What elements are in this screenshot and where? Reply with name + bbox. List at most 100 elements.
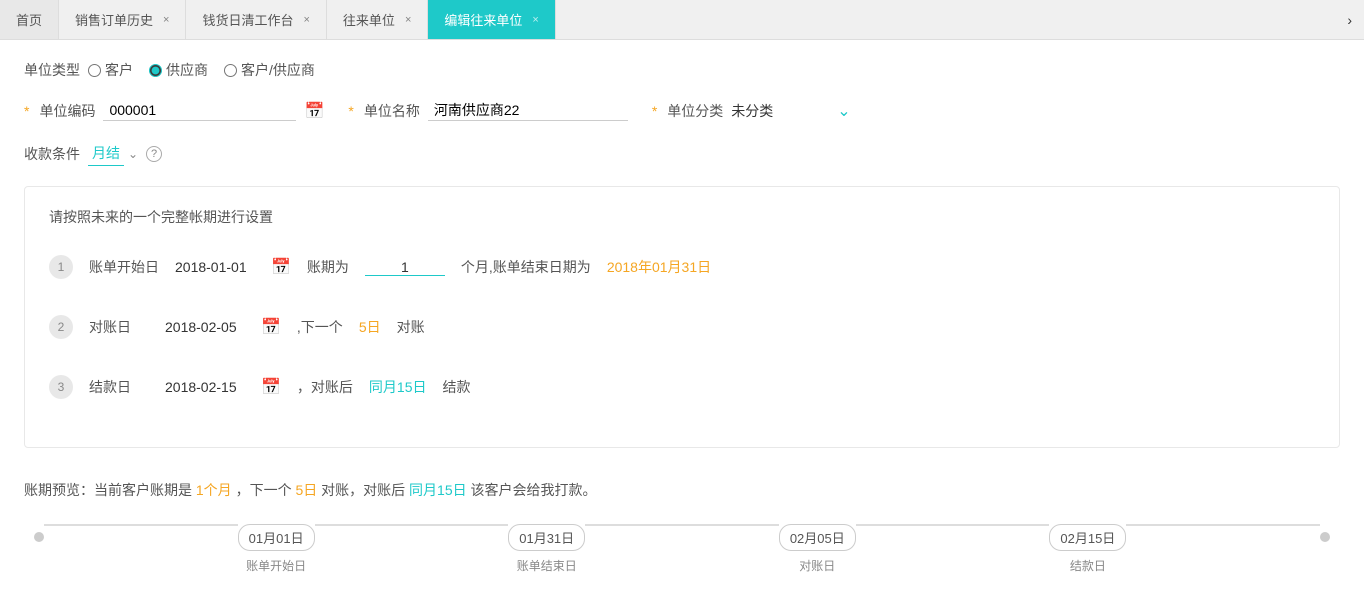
timeline-line-5 <box>1126 524 1320 526</box>
tab-expander <box>556 0 1336 39</box>
step-1-row: 1 账单开始日 2018-01-01 📅 账期为 个月,账单结束日期为 2018… <box>49 247 1315 287</box>
step-3-suffix: 结款 <box>443 377 471 397</box>
step-1-mid: 账期为 <box>307 257 349 277</box>
step-1-label: 账单开始日 <box>89 257 159 277</box>
timeline-dot-right <box>1320 532 1330 542</box>
close-tab-sales-history[interactable]: × <box>163 14 169 26</box>
step-2-date: 2018-02-05 <box>165 319 245 335</box>
timeline-seg2 <box>315 524 509 526</box>
timeline-seg3 <box>585 524 779 526</box>
radio-customer-input[interactable] <box>88 64 101 77</box>
step-2-label: 对账日 <box>89 317 149 337</box>
timeline-seg5 <box>1126 524 1320 526</box>
payment-chevron-icon[interactable]: ⌄ <box>128 147 138 161</box>
preview-part3: 同月15日 <box>409 482 467 498</box>
timeline-right-dot <box>1320 532 1330 542</box>
close-tab-edit-partner[interactable]: × <box>532 14 538 26</box>
preview-section: 账期预览：当前客户账期是 1个月 ，下一个 5日 对账，对账后 同月15日 该客… <box>24 464 1340 594</box>
code-calendar-icon[interactable]: 📅 <box>304 101 324 121</box>
timeline-bubble-4: 02月15日 <box>1049 524 1126 551</box>
radio-supplier[interactable]: 供应商 <box>149 60 208 80</box>
timeline-bubble-3: 02月05日 <box>779 524 856 551</box>
payment-group: 收款条件 月结 ⌄ ? <box>24 141 162 166</box>
close-tab-cashier[interactable]: × <box>303 14 309 26</box>
unit-type-radios: 客户 供应商 客户/供应商 <box>88 60 315 80</box>
step-3-date: 2018-02-15 <box>165 379 245 395</box>
step-1-suffix: 个月,账单结束日期为 <box>461 257 591 277</box>
step-1-calendar-icon[interactable]: 📅 <box>271 257 291 277</box>
timeline-left-dot <box>34 532 44 542</box>
step-3-highlight: 同月15日 <box>369 377 427 397</box>
timeline-seg4 <box>856 524 1050 526</box>
timeline-label-4: 结款日 <box>1070 557 1106 574</box>
category-label: 单位分类 <box>667 101 723 121</box>
panel-title: 请按照未来的一个完整帐期进行设置 <box>49 207 1315 227</box>
unit-type-label: 单位类型 <box>24 60 80 80</box>
preview-sep1: ，下一个 <box>236 482 292 498</box>
settings-panel: 请按照未来的一个完整帐期进行设置 1 账单开始日 2018-01-01 📅 账期… <box>24 186 1340 448</box>
step-2-row: 2 对账日 2018-02-05 📅 ,下一个 5日 对账 <box>49 307 1315 347</box>
preview-sep2: 对账，对账后 <box>321 482 405 498</box>
step-3-calendar-icon[interactable]: 📅 <box>261 377 281 397</box>
timeline-line-2 <box>315 524 509 526</box>
step-3-row: 3 结款日 2018-02-15 📅 ，对账后 同月15日 结款 <box>49 367 1315 407</box>
timeline-dot-left <box>34 532 44 542</box>
preview-suffix: 该客户会给我打款。 <box>471 482 597 498</box>
timeline: 01月01日 账单开始日 01月31日 账单结束日 02月05日 对账日 <box>24 524 1340 574</box>
payment-row: 收款条件 月结 ⌄ ? <box>24 141 1340 166</box>
timeline-node-3: 02月05日 对账日 <box>779 524 856 574</box>
radio-both-input[interactable] <box>224 64 237 77</box>
tab-list-chevron[interactable]: › <box>1335 0 1364 39</box>
step-3-prefix: ，对账后 <box>297 377 353 397</box>
step-1-end-date: 2018年01月31日 <box>607 257 711 277</box>
step-2-num: 2 <box>49 315 73 339</box>
code-label: 单位编码 <box>39 101 95 121</box>
code-input[interactable] <box>103 100 296 121</box>
timeline-line-3 <box>585 524 779 526</box>
unit-type-group: 单位类型 客户 供应商 客户/供应商 <box>24 60 315 80</box>
timeline-node-1: 01月01日 账单开始日 <box>238 524 315 574</box>
timeline-seg1 <box>44 524 238 526</box>
name-label: 单位名称 <box>364 101 420 121</box>
step-2-suffix: 对账 <box>397 317 425 337</box>
payment-value[interactable]: 月结 <box>88 141 124 166</box>
code-group: * 单位编码 📅 <box>24 100 324 121</box>
name-group: * 单位名称 <box>348 100 627 121</box>
tab-bar: 首页 销售订单历史 × 钱货日清工作台 × 往来单位 × 编辑往来单位 × › <box>0 0 1364 40</box>
tab-sales-history[interactable]: 销售订单历史 × <box>59 0 186 39</box>
timeline-node-2: 01月31日 账单结束日 <box>508 524 585 574</box>
radio-both[interactable]: 客户/供应商 <box>224 60 315 80</box>
radio-customer[interactable]: 客户 <box>88 60 133 80</box>
timeline-node-4: 02月15日 结款日 <box>1049 524 1126 574</box>
code-required: * <box>24 103 29 119</box>
tab-home[interactable]: 首页 <box>0 0 59 39</box>
preview-part1: 1个月 <box>196 482 232 498</box>
category-chevron-icon[interactable]: ⌄ <box>837 101 850 121</box>
radio-supplier-input[interactable] <box>149 64 162 77</box>
step-2-prefix: ,下一个 <box>297 317 343 337</box>
preview-text: 账期预览：当前客户账期是 1个月 ，下一个 5日 对账，对账后 同月15日 该客… <box>24 480 1340 500</box>
step-1-period-input[interactable] <box>365 259 445 276</box>
timeline-label-2: 账单结束日 <box>517 557 577 574</box>
preview-part2: 5日 <box>295 482 317 498</box>
name-input[interactable] <box>428 100 628 121</box>
timeline-bubble-2: 01月31日 <box>508 524 585 551</box>
payment-dropdown: 月结 ⌄ <box>88 141 138 166</box>
close-tab-partner[interactable]: × <box>405 14 411 26</box>
timeline-line-1 <box>44 524 238 526</box>
category-value: 未分类 <box>731 101 831 121</box>
timeline-label-1: 账单开始日 <box>246 557 306 574</box>
step-1-num: 1 <box>49 255 73 279</box>
category-select[interactable]: 未分类 ⌄ <box>731 101 850 121</box>
payment-help-icon[interactable]: ? <box>146 146 162 162</box>
tab-cashier[interactable]: 钱货日清工作台 × <box>186 0 326 39</box>
timeline-bubble-1: 01月01日 <box>238 524 315 551</box>
tab-partner[interactable]: 往来单位 × <box>327 0 428 39</box>
tab-edit-partner[interactable]: 编辑往来单位 × <box>428 0 555 39</box>
step-3-label: 结款日 <box>89 377 149 397</box>
main-content: 单位类型 客户 供应商 客户/供应商 * 单位编码 <box>0 40 1364 614</box>
unit-type-row: 单位类型 客户 供应商 客户/供应商 <box>24 60 1340 80</box>
step-2-calendar-icon[interactable]: 📅 <box>261 317 281 337</box>
timeline-label-3: 对账日 <box>799 557 835 574</box>
category-group: * 单位分类 未分类 ⌄ <box>652 101 851 121</box>
